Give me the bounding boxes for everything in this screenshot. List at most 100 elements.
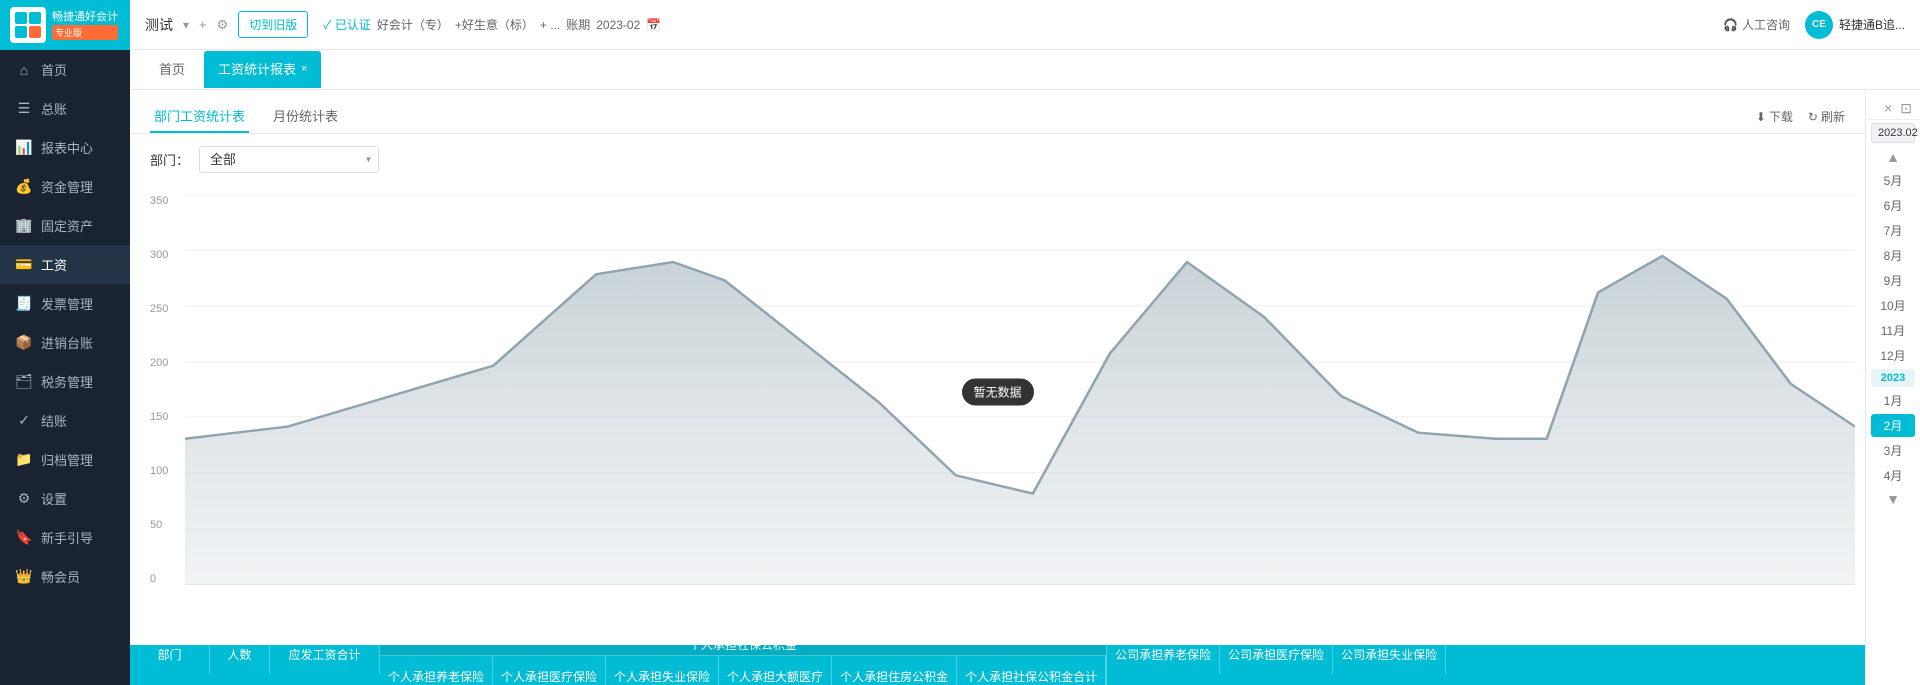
y-label-200: 200 — [150, 357, 168, 369]
y-label-0: 0 — [150, 573, 168, 585]
panel-close-icon[interactable]: × — [1884, 100, 1892, 117]
month-7[interactable]: 7月 — [1871, 219, 1915, 242]
sidebar-item-archive[interactable]: 📁 归档管理 — [0, 440, 130, 479]
sidebar-item-assets[interactable]: 🏢 固定资产 — [0, 206, 130, 245]
invoice-icon: 🧾 — [15, 295, 33, 312]
month-1[interactable]: 1月 — [1871, 389, 1915, 412]
table-header: 部门 人数 应发工资合计 个人承担社保公积金 个人承担养老保险 个人承担医疗保险… — [130, 645, 1865, 685]
tab-salary-report[interactable]: 工资统计报表 × — [204, 51, 321, 88]
month-12[interactable]: 12月 — [1871, 344, 1915, 367]
group-title: 个人承担社保公积金 — [380, 645, 1106, 656]
calendar-icon[interactable]: 📅 — [646, 18, 661, 32]
sidebar-item-newguide[interactable]: 🔖 新手引导 — [0, 518, 130, 557]
subtab-dept[interactable]: 部门工资统计表 — [150, 100, 249, 133]
month-6[interactable]: 6月 — [1871, 194, 1915, 217]
funds-icon: 💰 — [15, 178, 33, 195]
company-dropdown-icon[interactable]: ▾ — [183, 18, 189, 32]
tab-home[interactable]: 首页 — [145, 51, 199, 88]
department-select[interactable]: 全部 销售部 财务部 行政部 技术部 — [199, 146, 379, 173]
sidebar-item-settle[interactable]: ✓ 结账 — [0, 401, 130, 440]
avatar: CE — [1805, 11, 1833, 39]
y-label-350: 350 — [150, 195, 168, 207]
th-company-unemployment: 公司承担失业保险 — [1333, 645, 1446, 674]
sidebar-label-reports: 报表中心 — [41, 138, 93, 157]
settle-icon: ✓ — [15, 412, 33, 429]
sidebar-item-invoice[interactable]: 🧾 发票管理 — [0, 284, 130, 323]
sidebar-label-funds: 资金管理 — [41, 177, 93, 196]
month-4[interactable]: 4月 — [1871, 464, 1915, 487]
month-11[interactable]: 11月 — [1871, 319, 1915, 342]
th-personal-total: 个人承担社保公积金合计 — [957, 656, 1106, 685]
month-10[interactable]: 10月 — [1871, 294, 1915, 317]
sidebar-item-tax[interactable]: 🗂 税务管理 — [0, 362, 130, 401]
nav-up-icon[interactable]: ▲ — [1883, 146, 1903, 168]
member-icon: 👑 — [15, 568, 33, 585]
download-button[interactable]: ⬇ 下载 — [1756, 108, 1793, 125]
refresh-button[interactable]: ↻ 刷新 — [1808, 108, 1845, 125]
year-2023-marker: 2023 — [1871, 369, 1915, 387]
th-total-salary: 应发工资合计 — [270, 645, 380, 674]
sidebar-label-invoice: 发票管理 — [41, 294, 93, 313]
right-panel: × ⊡ 2023.02 ▲ 5月 6月 7月 8月 9月 10月 11月 12月… — [1865, 90, 1920, 685]
user-name[interactable]: 轻捷通B追... — [1839, 16, 1905, 33]
download-label: 下载 — [1769, 108, 1793, 125]
month-5[interactable]: 5月 — [1871, 169, 1915, 192]
th-personal-pension: 个人承担养老保险 — [380, 656, 493, 685]
logo-text: 畅捷通好会计 — [52, 10, 118, 24]
home-icon: ⌂ — [15, 62, 33, 78]
refresh-label: 刷新 — [1821, 108, 1845, 125]
subtab-actions: ⬇ 下载 ↻ 刷新 — [1756, 108, 1845, 125]
sidebar-label-settle: 结账 — [41, 411, 67, 430]
assets-icon: 🏢 — [15, 217, 33, 234]
topbar: 测试 ▾ + ⚙ 切到旧版 ✓ 已认证 好会计（专） +好生意（标） + ...… — [130, 0, 1920, 50]
app-logo: 畅捷通好会计 专业版 — [0, 0, 130, 50]
sidebar-item-purchase[interactable]: 📦 进销台账 — [0, 323, 130, 362]
topbar-right: 🎧 人工咨询 CE 轻捷通B追... — [1723, 11, 1905, 39]
headset-icon: 🎧 — [1723, 18, 1738, 32]
purchase-icon: 📦 — [15, 334, 33, 351]
switch-old-version-button[interactable]: 切到旧版 — [238, 11, 308, 38]
service-button[interactable]: 🎧 人工咨询 — [1723, 16, 1790, 33]
sidebar-label-settings: 设置 — [41, 489, 67, 508]
y-label-300: 300 — [150, 249, 168, 261]
service-label: 人工咨询 — [1742, 16, 1790, 33]
sidebar-label-tax: 税务管理 — [41, 372, 93, 391]
month-2-active[interactable]: 2月 — [1871, 414, 1915, 437]
refresh-icon: ↻ — [1808, 110, 1818, 124]
month-3[interactable]: 3月 — [1871, 439, 1915, 462]
month-9[interactable]: 9月 — [1871, 269, 1915, 292]
sidebar-label-purchase: 进销台账 — [41, 333, 93, 352]
settings-gear-icon[interactable]: ⚙ — [217, 17, 229, 33]
content-main: 部门工资统计表 月份统计表 ⬇ 下载 ↻ 刷新 部门： — [130, 90, 1865, 685]
reports-icon: 📊 — [15, 139, 33, 156]
logo-badge: 专业版 — [52, 25, 118, 40]
sidebar-item-ledger[interactable]: ☰ 总账 — [0, 89, 130, 128]
period-value: 2023-02 — [596, 18, 640, 32]
sidebar: 畅捷通好会计 专业版 ⌂ 首页 ☰ 总账 📊 报表中心 💰 资金管理 🏢 固定资… — [0, 0, 130, 685]
current-period-label[interactable]: 2023.02 — [1871, 123, 1915, 143]
subtab-left: 部门工资统计表 月份统计表 — [150, 100, 342, 133]
y-label-100: 100 — [150, 465, 168, 477]
group-cols: 个人承担养老保险 个人承担医疗保险 个人承担失业保险 个人承担大额医疗 个人承担… — [380, 656, 1106, 685]
sidebar-item-home[interactable]: ⌂ 首页 — [0, 50, 130, 89]
add-icon[interactable]: + — [199, 17, 207, 32]
panel-expand-icon[interactable]: ⊡ — [1900, 100, 1912, 117]
panel-topbar: × ⊡ — [1866, 95, 1920, 120]
sidebar-item-salary[interactable]: 💳 工资 — [0, 245, 130, 284]
department-select-wrapper: 全部 销售部 财务部 行政部 技术部 ▾ — [199, 146, 379, 173]
th-company-medical: 公司承担医疗保险 — [1220, 645, 1333, 674]
sidebar-item-reports[interactable]: 📊 报表中心 — [0, 128, 130, 167]
archive-icon: 📁 — [15, 451, 33, 468]
nav-down-icon[interactable]: ▼ — [1883, 488, 1903, 510]
sidebar-label-newguide: 新手引导 — [41, 528, 93, 547]
period-label: 账期 — [566, 16, 590, 33]
month-8[interactable]: 8月 — [1871, 244, 1915, 267]
certified-status: ✓ 已认证 — [323, 16, 371, 33]
company-name: 测试 — [145, 15, 173, 35]
subtab-month[interactable]: 月份统计表 — [269, 100, 342, 133]
sidebar-item-settings[interactable]: ⚙ 设置 — [0, 479, 130, 518]
sidebar-item-member[interactable]: 👑 畅会员 — [0, 557, 130, 596]
filter-bar: 部门： 全部 销售部 财务部 行政部 技术部 ▾ — [130, 134, 1865, 185]
tab-close-icon[interactable]: × — [301, 63, 307, 75]
sidebar-item-funds[interactable]: 💰 资金管理 — [0, 167, 130, 206]
